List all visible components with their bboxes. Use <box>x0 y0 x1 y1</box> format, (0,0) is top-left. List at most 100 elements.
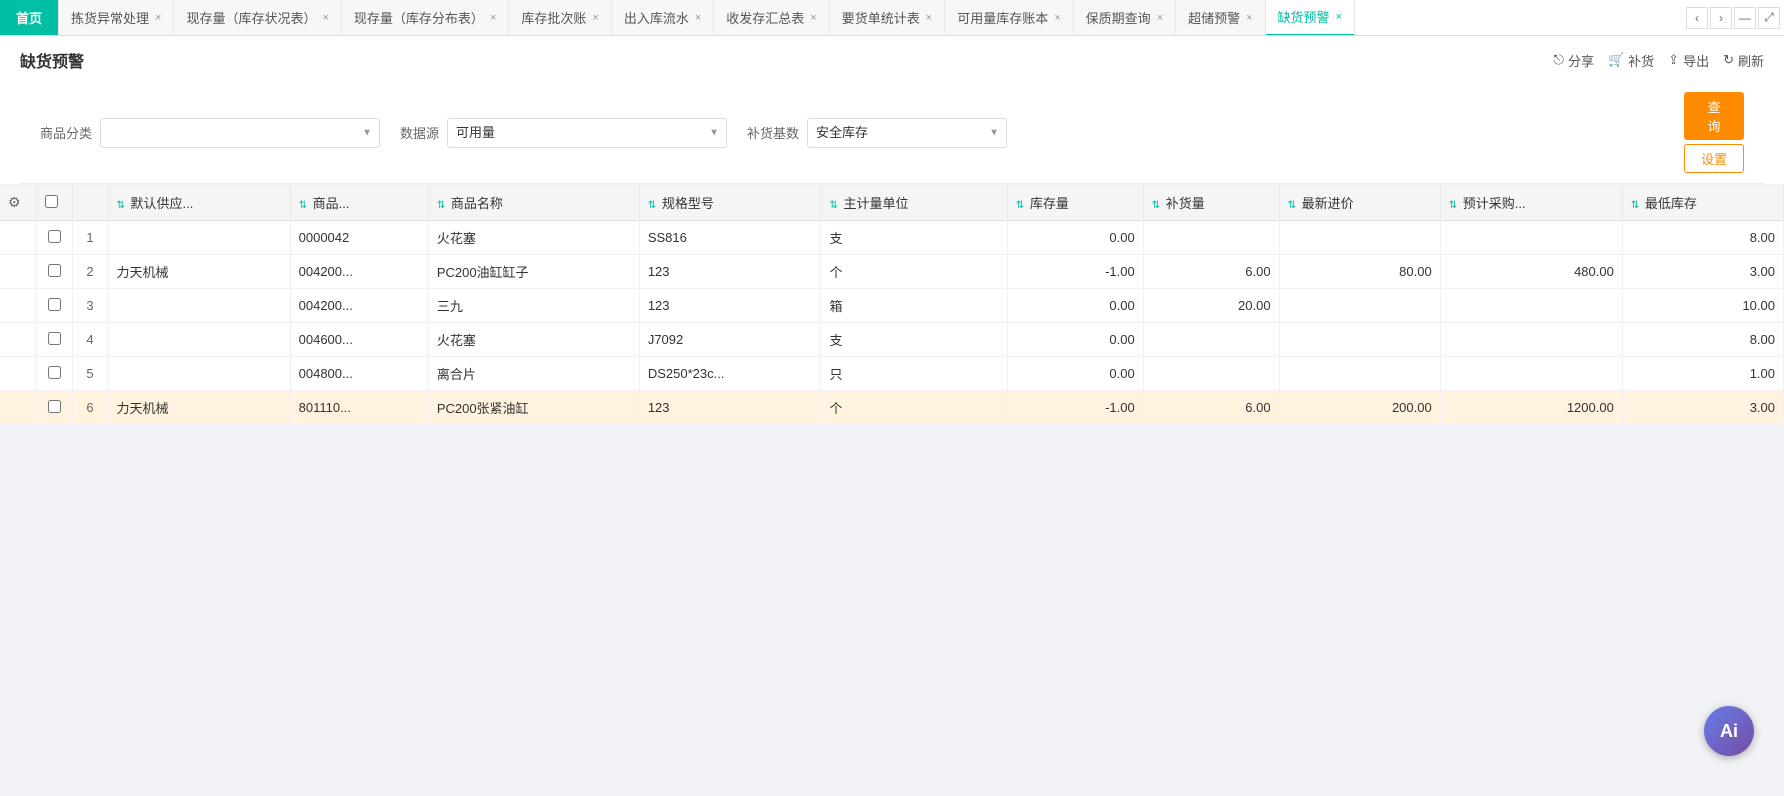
table-row: 1 0000042 火花塞 SS816 支 0.00 8.00 <box>0 221 1784 255</box>
cell-latest-price <box>1279 221 1440 255</box>
settings-button[interactable]: 设置 <box>1684 144 1744 173</box>
tab-label: 出入库流水 <box>624 8 689 27</box>
cell-unit: 只 <box>821 357 1007 391</box>
col-estimated-purchase[interactable]: ⇅ 预计采购... <box>1440 185 1622 221</box>
col-spec[interactable]: ⇅ 规格型号 <box>639 185 821 221</box>
tab-inventory-status[interactable]: 现存量（库存状况表） × <box>174 0 341 36</box>
filter-replenish-base-wrapper: 安全库存 <box>807 118 1007 148</box>
cell-latest-price <box>1279 357 1440 391</box>
cell-spec: 123 <box>639 255 821 289</box>
row-checkbox[interactable] <box>48 298 61 311</box>
cell-supplier: 力天机械 <box>108 255 290 289</box>
refresh-label: 刷新 <box>1738 51 1764 70</box>
tab-defect-handling[interactable]: 拣货异常处理 × <box>59 0 174 36</box>
replenish-button[interactable]: 🛒 补货 <box>1608 51 1654 70</box>
table-row: 4 004600... 火花塞 J7092 支 0.00 8.00 <box>0 323 1784 357</box>
close-icon[interactable]: × <box>926 12 932 24</box>
filter-datasource-wrapper: 可用量 <box>447 118 727 148</box>
close-icon[interactable]: × <box>322 12 328 24</box>
column-settings-button[interactable]: ⚙ <box>8 194 21 211</box>
cell-checkbox[interactable] <box>36 221 72 255</box>
tab-in-out-flow[interactable]: 出入库流水 × <box>612 0 714 36</box>
filter-replenish-base-select[interactable]: 安全库存 <box>807 118 1007 148</box>
close-icon[interactable]: × <box>695 12 701 24</box>
row-checkbox[interactable] <box>48 400 61 413</box>
tab-overstock-warn[interactable]: 超储预警 × <box>1176 0 1265 36</box>
tab-expiry-query[interactable]: 保质期查询 × <box>1074 0 1176 36</box>
close-icon[interactable]: × <box>155 12 161 24</box>
cell-min-inventory: 8.00 <box>1622 221 1783 255</box>
row-checkbox[interactable] <box>48 230 61 243</box>
col-replenish-qty-label: 补货量 <box>1166 196 1205 211</box>
cell-inventory: 0.00 <box>1007 289 1143 323</box>
tab-prev-button[interactable]: ‹ <box>1686 7 1708 29</box>
tab-inventory-dist[interactable]: 现存量（库存分布表） × <box>342 0 509 36</box>
tab-label: 现存量（库存分布表） <box>354 8 484 27</box>
tab-available-ledger[interactable]: 可用量库存账本 × <box>945 0 1073 36</box>
sort-icon: ⇅ <box>437 200 445 211</box>
cell-gear <box>0 323 36 357</box>
tab-batch-account[interactable]: 库存批次账 × <box>509 0 611 36</box>
refresh-button[interactable]: ↻ 刷新 <box>1723 51 1764 70</box>
row-checkbox[interactable] <box>48 264 61 277</box>
cell-estimated-purchase: 480.00 <box>1440 255 1622 289</box>
tab-maximize-button[interactable]: ⤢ <box>1758 7 1780 29</box>
cell-unit: 支 <box>821 221 1007 255</box>
col-seq <box>72 185 108 221</box>
col-product-name[interactable]: ⇅ 商品名称 <box>428 185 639 221</box>
col-product-code[interactable]: ⇅ 商品... <box>290 185 428 221</box>
filter-datasource-select[interactable]: 可用量 <box>447 118 727 148</box>
close-icon[interactable]: × <box>1157 12 1163 24</box>
tab-receipt-summary[interactable]: 收发存汇总表 × <box>714 0 829 36</box>
close-icon[interactable]: × <box>1336 11 1342 23</box>
cell-min-inventory: 8.00 <box>1622 323 1783 357</box>
cell-checkbox[interactable] <box>36 289 72 323</box>
ai-assistant-button[interactable]: Ai <box>1704 706 1754 756</box>
close-icon[interactable]: × <box>810 12 816 24</box>
cell-product-name: 离合片 <box>428 357 639 391</box>
tab-label: 库存批次账 <box>521 8 586 27</box>
col-unit[interactable]: ⇅ 主计量单位 <box>821 185 1007 221</box>
tab-demand-stats[interactable]: 要货单统计表 × <box>830 0 945 36</box>
cell-spec: SS816 <box>639 221 821 255</box>
tab-minimize-button[interactable]: — <box>1734 7 1756 29</box>
cell-estimated-purchase <box>1440 357 1622 391</box>
col-inventory[interactable]: ⇅ 库存量 <box>1007 185 1143 221</box>
query-button[interactable]: 查询 <box>1684 92 1744 140</box>
cell-checkbox[interactable] <box>36 357 72 391</box>
sort-icon: ⇅ <box>1152 200 1160 211</box>
close-icon[interactable]: × <box>490 12 496 24</box>
filter-category-wrapper <box>100 118 380 148</box>
sort-icon: ⇅ <box>648 200 656 211</box>
row-checkbox[interactable] <box>48 366 61 379</box>
close-icon[interactable]: × <box>1054 12 1060 24</box>
cell-product-name: 火花塞 <box>428 323 639 357</box>
export-button[interactable]: ⇪ 导出 <box>1668 51 1709 70</box>
cell-supplier <box>108 323 290 357</box>
cell-checkbox[interactable] <box>36 323 72 357</box>
cell-estimated-purchase <box>1440 323 1622 357</box>
col-gear: ⚙ <box>0 185 36 221</box>
col-latest-price[interactable]: ⇅ 最新进价 <box>1279 185 1440 221</box>
row-checkbox[interactable] <box>48 332 61 345</box>
share-icon: ⎋ <box>1554 52 1564 68</box>
cell-checkbox[interactable] <box>36 391 72 425</box>
cell-unit: 箱 <box>821 289 1007 323</box>
tab-shortage-warn[interactable]: 缺货预警 × <box>1266 0 1355 36</box>
col-replenish-qty[interactable]: ⇅ 补货量 <box>1143 185 1279 221</box>
col-min-inventory[interactable]: ⇅ 最低库存 <box>1622 185 1783 221</box>
cell-checkbox[interactable] <box>36 255 72 289</box>
share-button[interactable]: ⎋ 分享 <box>1554 51 1594 70</box>
tab-label: 缺货预警 <box>1278 7 1330 26</box>
filter-category-select[interactable] <box>100 118 380 148</box>
col-supplier[interactable]: ⇅ 默认供应... <box>108 185 290 221</box>
cell-supplier <box>108 357 290 391</box>
filter-category-group: 商品分类 <box>40 118 380 148</box>
select-all-checkbox[interactable] <box>45 195 58 208</box>
close-icon[interactable]: × <box>1246 12 1252 24</box>
tab-next-button[interactable]: › <box>1710 7 1732 29</box>
tab-label: 收发存汇总表 <box>726 8 804 27</box>
close-icon[interactable]: × <box>592 12 598 24</box>
cell-replenish-qty <box>1143 221 1279 255</box>
tab-home[interactable]: 首页 <box>0 0 59 36</box>
